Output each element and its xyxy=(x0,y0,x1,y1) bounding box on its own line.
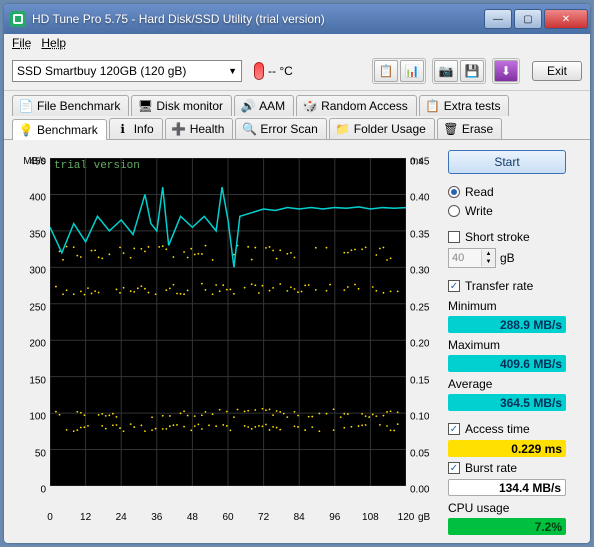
plot: trial version xyxy=(50,158,406,486)
random-icon: 🎲 xyxy=(303,99,317,113)
check-access-time[interactable]: Access time xyxy=(448,421,566,437)
speaker-icon: 🔊 xyxy=(241,99,255,113)
check-burst-rate[interactable]: Burst rate xyxy=(448,460,566,476)
minimize-button[interactable]: — xyxy=(484,9,512,29)
options-button[interactable]: ⬇ xyxy=(494,60,518,82)
copy-chart-button[interactable]: 📊 xyxy=(400,60,424,82)
toolbar-group-1: 📋 📊 xyxy=(372,58,426,84)
toolbar-group-3: ⬇ xyxy=(492,58,520,84)
checkbox-icon xyxy=(448,462,460,474)
info-icon: ℹ xyxy=(116,122,130,136)
check-transfer-rate[interactable]: Transfer rate xyxy=(448,278,566,294)
radio-write[interactable]: Write xyxy=(448,203,566,219)
maximize-button[interactable]: ▢ xyxy=(514,9,542,29)
content: MB/s 050100150200250300350400450 trial v… xyxy=(4,140,590,543)
tab-benchmark[interactable]: 💡Benchmark xyxy=(12,119,107,140)
device-dropdown[interactable]: SSD Smartbuy 120GB (120 gB) ▼ xyxy=(12,60,242,82)
temperature: -- °C xyxy=(254,62,293,80)
chart-svg xyxy=(50,158,406,486)
checkbox-icon xyxy=(448,231,460,243)
menubar: File Help xyxy=(4,34,590,52)
label-minimum: Minimum xyxy=(448,299,566,313)
tab-health[interactable]: ➕Health xyxy=(165,118,234,139)
file-icon: 📄 xyxy=(19,99,33,113)
list-icon: 📋 xyxy=(426,99,440,113)
bulb-icon: 💡 xyxy=(19,123,33,137)
radio-read[interactable]: Read xyxy=(448,184,566,200)
menu-help[interactable]: Help xyxy=(41,36,66,50)
tab-aam[interactable]: 🔊AAM xyxy=(234,95,294,116)
screenshot-button[interactable]: 📷 xyxy=(434,60,458,82)
thermometer-icon xyxy=(254,62,264,80)
radio-icon xyxy=(448,186,460,198)
spin-down-icon[interactable]: ▼ xyxy=(482,258,495,266)
tab-erase[interactable]: 🗑Erase xyxy=(437,118,502,139)
value-burst-rate: 134.4 MB/s xyxy=(448,479,566,496)
short-stroke-spinner[interactable]: ▲▼ xyxy=(448,248,496,268)
tabstrip: 📄File Benchmark 🖥Disk monitor 🔊AAM 🎲Rand… xyxy=(4,91,590,140)
chevron-down-icon: ▼ xyxy=(228,66,237,76)
device-selected: SSD Smartbuy 120GB (120 gB) xyxy=(17,64,186,78)
checkbox-icon xyxy=(448,423,460,435)
radio-icon xyxy=(448,205,460,217)
tab-error-scan[interactable]: 🔍Error Scan xyxy=(235,118,326,139)
label-cpu: CPU usage xyxy=(448,501,566,515)
monitor-icon: 🖥 xyxy=(138,99,152,113)
exit-button[interactable]: Exit xyxy=(532,61,582,81)
start-button[interactable]: Start xyxy=(448,150,566,174)
value-access-time: 0.229 ms xyxy=(448,440,566,457)
short-stroke-value xyxy=(449,252,481,264)
value-minimum: 288.9 MB/s xyxy=(448,316,566,333)
y-axis-left: MB/s 050100150200250300350400450 xyxy=(14,154,48,490)
window-title: HD Tune Pro 5.75 - Hard Disk/SSD Utility… xyxy=(32,12,484,26)
menu-file[interactable]: File xyxy=(12,36,31,50)
check-short-stroke[interactable]: Short stroke xyxy=(448,229,566,245)
value-average: 364.5 MB/s xyxy=(448,394,566,411)
chart-area: MB/s 050100150200250300350400450 trial v… xyxy=(12,150,442,535)
tab-folder-usage[interactable]: 📁Folder Usage xyxy=(329,118,435,139)
tab-file-benchmark[interactable]: 📄File Benchmark xyxy=(12,95,129,116)
value-maximum: 409.6 MB/s xyxy=(448,355,566,372)
y-axis-right: ms 0.000.050.100.150.200.250.300.350.400… xyxy=(408,154,442,490)
toolbar: SSD Smartbuy 120GB (120 gB) ▼ -- °C 📋 📊 … xyxy=(4,52,590,91)
copy-text-button[interactable]: 📋 xyxy=(374,60,398,82)
folder-icon: 📁 xyxy=(336,122,350,136)
label-maximum: Maximum xyxy=(448,338,566,352)
tab-info[interactable]: ℹInfo xyxy=(109,118,163,139)
tab-random-access[interactable]: 🎲Random Access xyxy=(296,95,417,116)
close-button[interactable]: ✕ xyxy=(544,9,588,29)
benchmark-chart: MB/s 050100150200250300350400450 trial v… xyxy=(12,150,442,520)
app-icon xyxy=(10,11,26,27)
tab-extra-tests[interactable]: 📋Extra tests xyxy=(419,95,510,116)
titlebar[interactable]: HD Tune Pro 5.75 - Hard Disk/SSD Utility… xyxy=(4,4,590,34)
save-button[interactable]: 💾 xyxy=(460,60,484,82)
trash-icon: 🗑 xyxy=(444,122,458,136)
checkbox-icon xyxy=(448,280,460,292)
short-stroke-unit: gB xyxy=(500,251,515,265)
label-average: Average xyxy=(448,377,566,391)
temperature-value: -- °C xyxy=(268,64,293,78)
spin-up-icon[interactable]: ▲ xyxy=(482,250,495,258)
search-icon: 🔍 xyxy=(242,122,256,136)
side-panel: Start Read Write Short stroke ▲▼ gB Tran… xyxy=(448,150,566,535)
tab-disk-monitor[interactable]: 🖥Disk monitor xyxy=(131,95,232,116)
app-window: HD Tune Pro 5.75 - Hard Disk/SSD Utility… xyxy=(4,4,590,543)
health-icon: ➕ xyxy=(172,122,186,136)
toolbar-group-2: 📷 💾 xyxy=(432,58,486,84)
